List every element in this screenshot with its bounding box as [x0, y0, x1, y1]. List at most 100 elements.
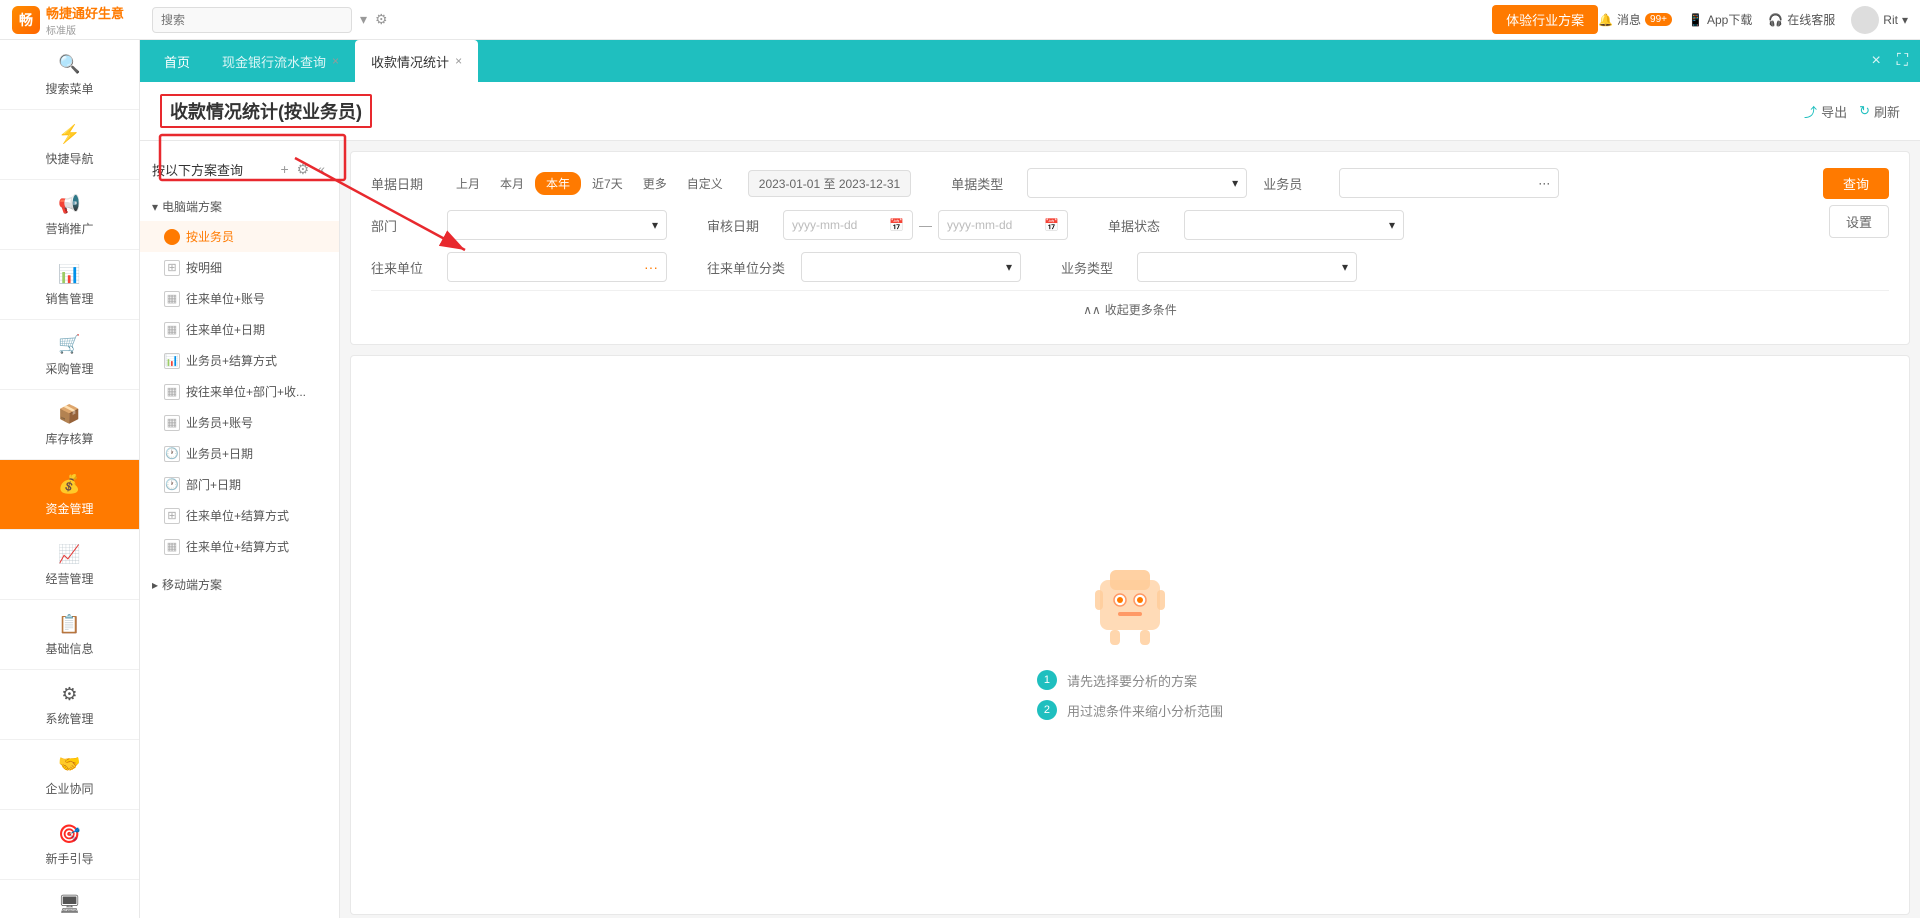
notification-item[interactable]: 🔔 消息 99+ — [1598, 11, 1672, 28]
scheme-item-salesman-settlement[interactable]: 📊 业务员+结算方式 — [140, 345, 339, 376]
top-search-input[interactable] — [152, 7, 352, 33]
trial-button[interactable]: 体验行业方案 — [1492, 5, 1598, 34]
tab-bank[interactable]: 现金银行流水查询 × — [206, 40, 355, 82]
refresh-button[interactable]: ↻ 刷新 — [1859, 102, 1900, 121]
query-button[interactable]: 查询 — [1823, 168, 1889, 199]
sidebar-label-inventory: 库存核算 — [45, 430, 93, 447]
sidebar-label-finance: 资金管理 — [45, 500, 93, 517]
scheme-item-by-detail[interactable]: ⊞ 按明细 — [140, 252, 339, 283]
scheme-mobile-title[interactable]: ▸ 移动端方案 — [140, 570, 339, 599]
scheme-add-icon[interactable]: + — [278, 159, 290, 180]
settings-gear-icon[interactable]: ⚙ — [375, 11, 388, 28]
sidebar-item-sales[interactable]: 📊 销售管理 — [0, 250, 139, 320]
scheme-mobile-section: ▸ 移动端方案 — [140, 566, 339, 603]
sidebar-item-marketing[interactable]: 📢 营销推广 — [0, 180, 139, 250]
scheme-item-label-cs1: 往来单位+结算方式 — [186, 507, 289, 524]
user-dropdown-icon: ▾ — [1902, 13, 1908, 27]
doc-type-select[interactable]: ▾ — [1027, 168, 1247, 198]
date-tab-custom[interactable]: 自定义 — [678, 171, 732, 196]
counterpart-more-icon[interactable]: ··· — [644, 259, 658, 275]
filter-row-1: 单据日期 上月 本月 本年 近7天 更多 自定义 — [371, 168, 1823, 198]
scheme-item-icon-cs1: ⊞ — [164, 508, 180, 524]
search-dropdown-icon[interactable]: ▾ — [360, 11, 367, 28]
corp-icon: 🤝 — [58, 752, 82, 776]
dept-select[interactable]: ▾ — [447, 210, 667, 240]
scheme-item-salesman-date[interactable]: 🕐 业务员+日期 — [140, 438, 339, 469]
top-search-area: ▾ ⚙ — [152, 7, 1492, 33]
scheme-item-by-salesman[interactable]: 按业务员 — [140, 221, 339, 252]
sidebar-label-quick-nav: 快捷导航 — [45, 150, 93, 167]
operation-icon: 📈 — [58, 542, 82, 566]
sidebar-item-inventory[interactable]: 📦 库存核算 — [0, 390, 139, 460]
tab-bank-close[interactable]: × — [332, 54, 339, 68]
sidebar-item-guide[interactable]: 🎯 新手引导 — [0, 810, 139, 880]
scheme-item-label-sd: 业务员+日期 — [186, 445, 253, 462]
marketing-icon: 📢 — [58, 192, 82, 216]
salesman-control: ··· — [1339, 168, 1823, 198]
tab-collection-close[interactable]: × — [455, 54, 462, 68]
user-name: Rit — [1883, 13, 1898, 27]
empty-illustration — [1080, 550, 1180, 650]
page-header: 收款情况统计(按业务员) ⤴ 导出 ↻ 刷新 — [140, 82, 1920, 141]
scheme-desktop-title[interactable]: ▾ 电脑端方案 — [140, 192, 339, 221]
date-tab-this-year[interactable]: 本年 — [535, 172, 581, 195]
business-type-select[interactable]: ▾ — [1137, 252, 1357, 282]
date-tab-more[interactable]: 更多 — [634, 171, 676, 196]
review-date-to[interactable]: yyyy-mm-dd 📅 — [938, 210, 1068, 240]
date-tab-prev-month[interactable]: 上月 — [447, 171, 489, 196]
setting-button[interactable]: 设置 — [1829, 205, 1889, 238]
mobile-title-text: 移动端方案 — [162, 576, 222, 593]
sidebar-item-system[interactable]: ⚙ 系统管理 — [0, 670, 139, 740]
scheme-settings-icon[interactable]: ⚙ — [295, 159, 312, 180]
filter-row-3: 往来单位 ··· 往来单位分类 — [371, 252, 1823, 282]
scheme-item-dept-date[interactable]: 🕐 部门+日期 — [140, 469, 339, 500]
filter-panel: 单据日期 上月 本月 本年 近7天 更多 自定义 — [350, 151, 1910, 345]
tab-collection[interactable]: 收款情况统计 × — [355, 40, 478, 82]
sidebar-item-search[interactable]: 🔍 搜索菜单 — [0, 40, 139, 110]
user-item[interactable]: Rit ▾ — [1851, 6, 1908, 34]
scheme-item-salesman-account[interactable]: ▦ 业务员+账号 — [140, 407, 339, 438]
sidebar-item-finance[interactable]: 💰 资金管理 — [0, 460, 139, 530]
quick-nav-icon: ⚡ — [58, 122, 82, 146]
sidebar-item-smart-hw[interactable]: 🖥 智能硬件 — [0, 880, 139, 918]
review-date-group: yyyy-mm-dd 📅 — yyyy-mm-dd 📅 — [783, 210, 1068, 240]
scheme-item-counterpart-account[interactable]: ▦ 往来单位+账号 — [140, 283, 339, 314]
sidebar-item-corp[interactable]: 🤝 企业协同 — [0, 740, 139, 810]
tab-home[interactable]: 首页 — [148, 40, 206, 82]
online-service-item[interactable]: 🎧 在线客服 — [1768, 11, 1835, 28]
date-tab-this-month[interactable]: 本月 — [491, 171, 533, 196]
export-icon: ⤴ — [1804, 102, 1817, 121]
date-label: 单据日期 — [371, 174, 431, 193]
sidebar-item-basic-info[interactable]: 📋 基础信息 — [0, 600, 139, 670]
date-tab-last7[interactable]: 近7天 — [583, 171, 632, 196]
content-area: 首页 现金银行流水查询 × 收款情况统计 × × ⛶ 收款情况统计(按业务员) — [140, 40, 1920, 918]
review-date-from[interactable]: yyyy-mm-dd 📅 — [783, 210, 913, 240]
scheme-item-icon-cs2: ▦ — [164, 539, 180, 555]
salesman-select[interactable]: ··· — [1339, 168, 1559, 198]
step-2-num: 2 — [1037, 700, 1057, 720]
tab-maximize-icon[interactable]: ⛶ — [1893, 48, 1912, 74]
scheme-item-counterpart-date[interactable]: ▦ 往来单位+日期 — [140, 314, 339, 345]
sidebar-item-quick-nav[interactable]: ⚡ 快捷导航 — [0, 110, 139, 180]
section-expand-icon: ▾ — [152, 200, 158, 214]
sidebar-item-operation[interactable]: 📈 经营管理 — [0, 530, 139, 600]
search-menu-icon: 🔍 — [58, 52, 82, 76]
scheme-item-label-sa: 业务员+账号 — [186, 414, 253, 431]
counterpart-category-select[interactable]: ▾ — [801, 252, 1021, 282]
sidebar-label-corp: 企业协同 — [45, 780, 93, 797]
app-download-item[interactable]: 📱 App下载 — [1688, 11, 1752, 28]
counterpart-select[interactable]: ··· — [447, 252, 667, 282]
scheme-collapse-icon[interactable]: « — [315, 159, 327, 180]
scheme-item-cs2[interactable]: ▦ 往来单位+结算方式 — [140, 531, 339, 562]
collapse-chevron-icon: ∧∧ — [1083, 303, 1101, 317]
collapse-more-row[interactable]: ∧∧ 收起更多条件 — [371, 290, 1889, 328]
step-1-num: 1 — [1037, 670, 1057, 690]
doc-status-select[interactable]: ▾ — [1184, 210, 1404, 240]
export-button[interactable]: ⤴ 导出 — [1804, 102, 1847, 121]
scheme-desktop-section: ▾ 电脑端方案 按业务员 ⊞ 按明细 — [140, 188, 339, 566]
scheme-item-cs1[interactable]: ⊞ 往来单位+结算方式 — [140, 500, 339, 531]
empty-step-2: 2 用过滤条件来缩小分析范围 — [1037, 700, 1223, 720]
scheme-item-counterpart-dept[interactable]: ▦ 按往来单位+部门+收... — [140, 376, 339, 407]
sidebar-item-purchase[interactable]: 🛒 采购管理 — [0, 320, 139, 390]
tab-close-all-icon[interactable]: × — [1867, 48, 1884, 74]
